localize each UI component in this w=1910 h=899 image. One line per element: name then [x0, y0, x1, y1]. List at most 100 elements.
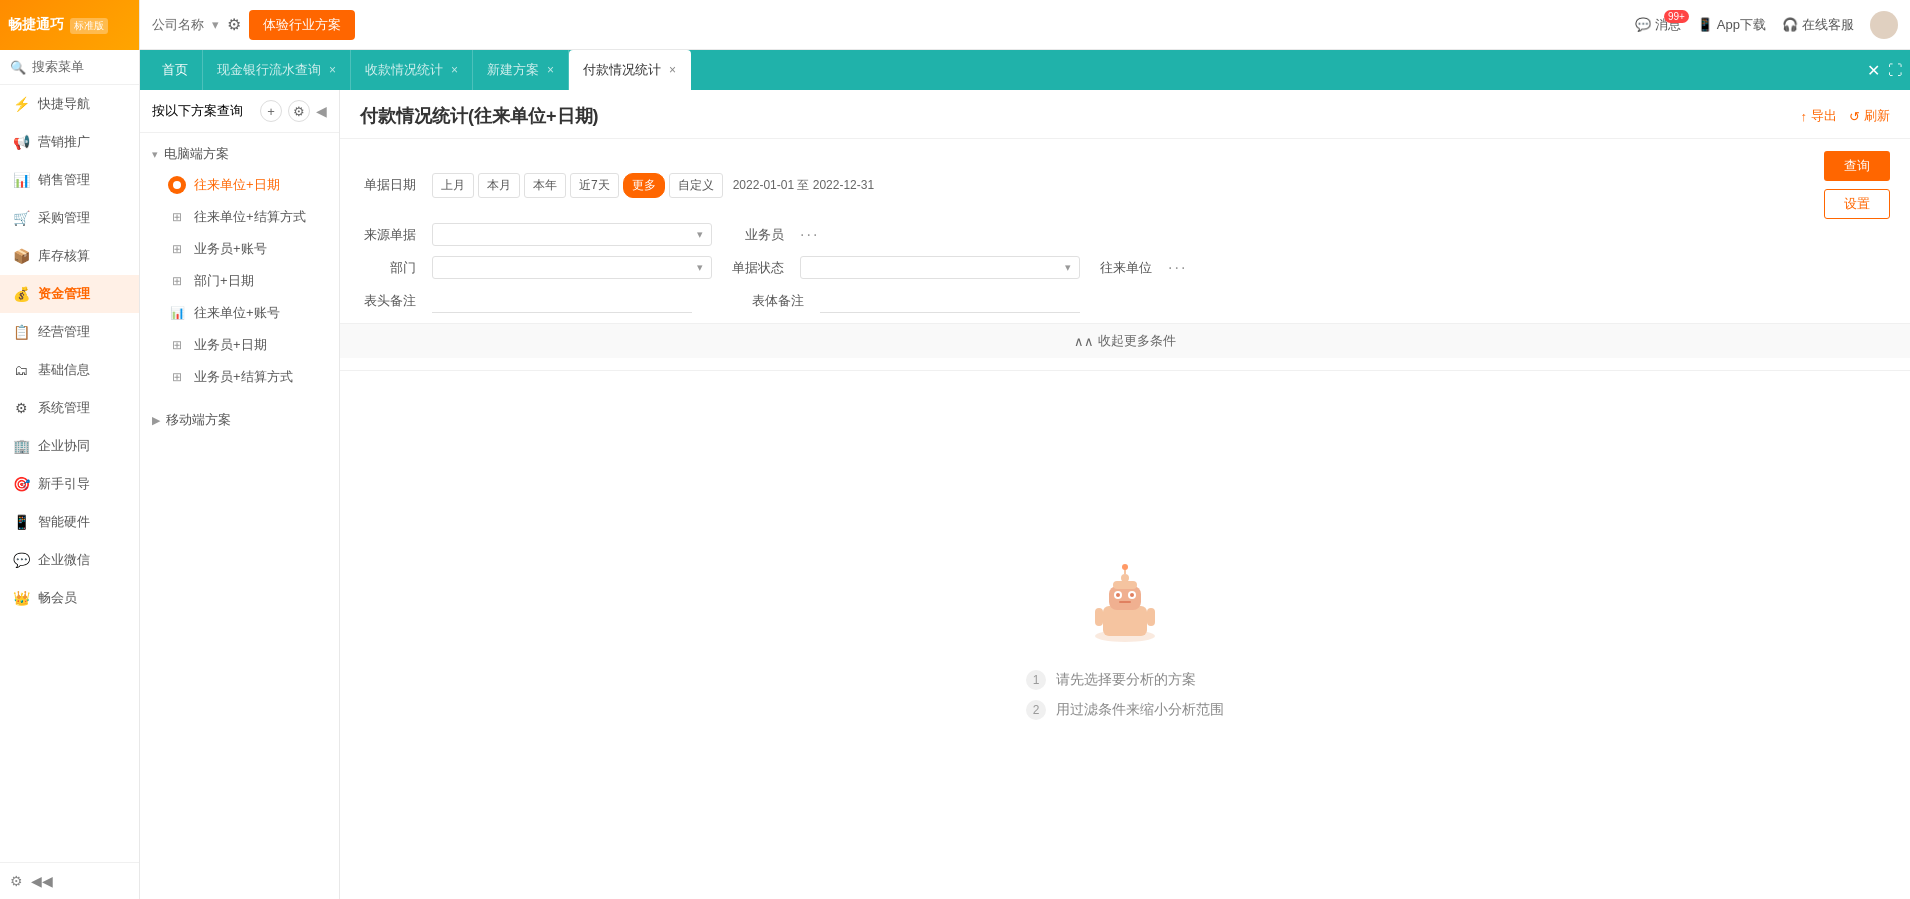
export-btn[interactable]: ↑ 导出 — [1801, 107, 1838, 125]
add-scheme-btn[interactable]: + — [260, 100, 282, 122]
company-dropdown-arrow[interactable]: ▾ — [212, 17, 219, 32]
scheme-table-icon-3: ⊞ — [168, 272, 186, 290]
inventory-icon: 📦 — [12, 247, 30, 265]
tab-collection-close[interactable]: × — [451, 63, 458, 77]
sidebar-item-basic[interactable]: 🗂 基础信息 — [0, 351, 139, 389]
trial-btn[interactable]: 体验行业方案 — [249, 10, 355, 40]
sidebar-header: 畅捷通巧 标准版 — [0, 0, 139, 50]
scheme-salesperson-settlement[interactable]: ⊞ 业务员+结算方式 — [140, 361, 339, 393]
settings-gear-icon[interactable]: ⚙ — [227, 15, 241, 34]
scheme-table-icon-4: ⊞ — [168, 336, 186, 354]
date-btn-last-month[interactable]: 上月 — [432, 173, 474, 198]
scheme-table-icon-5: ⊞ — [168, 368, 186, 386]
sidebar-item-system[interactable]: ⚙ 系统管理 — [0, 389, 139, 427]
svg-point-13 — [1122, 564, 1128, 570]
scheme-partner-date-label: 往来单位+日期 — [194, 176, 280, 194]
sidebar-item-capital[interactable]: 💰 资金管理 — [0, 275, 139, 313]
partner-dots[interactable]: ··· — [1168, 259, 1187, 277]
user-avatar[interactable] — [1870, 11, 1898, 39]
tab-bank-flow-close[interactable]: × — [329, 63, 336, 77]
date-btn-more[interactable]: 更多 — [623, 173, 665, 198]
date-btn-this-year[interactable]: 本年 — [524, 173, 566, 198]
salesperson-dots[interactable]: ··· — [800, 226, 819, 244]
dept-label: 部门 — [360, 259, 416, 277]
refresh-btn[interactable]: ↺ 刷新 — [1849, 107, 1890, 125]
scheme-salesperson-date-label: 业务员+日期 — [194, 336, 267, 354]
notifications-btn[interactable]: 💬 消息 99+ — [1635, 16, 1681, 34]
collapse-conditions-btn[interactable]: ∧∧ 收起更多条件 — [340, 323, 1910, 358]
purchase-icon: 🛒 — [12, 209, 30, 227]
sidebar-item-sales[interactable]: 📊 销售管理 — [0, 161, 139, 199]
scheme-partner-account[interactable]: 📊 往来单位+账号 — [140, 297, 339, 329]
enterprise-icon: 🏢 — [12, 437, 30, 455]
source-arrow-icon: ▾ — [697, 228, 703, 241]
sidebar-item-purchase[interactable]: 🛒 采购管理 — [0, 199, 139, 237]
sidebar: 畅捷通巧 标准版 🔍 搜索菜单 ⚡ 快捷导航 📢 营销推广 📊 销售管理 🛒 采… — [0, 0, 140, 899]
collapse-sidebar-btn[interactable]: ◀◀ — [31, 873, 53, 889]
tab-home[interactable]: 首页 — [148, 50, 203, 90]
tab-bank-flow-label: 现金银行流水查询 — [217, 61, 321, 79]
query-btn[interactable]: 查询 — [1824, 151, 1890, 181]
partner-label: 往来单位 — [1096, 259, 1152, 277]
svg-rect-1 — [1103, 606, 1147, 636]
sidebar-item-inventory[interactable]: 📦 库存核算 — [0, 237, 139, 275]
desktop-group-header[interactable]: ▾ 电脑端方案 — [140, 139, 339, 169]
tab-bank-flow[interactable]: 现金银行流水查询 × — [203, 50, 351, 90]
refresh-icon: ↺ — [1849, 109, 1860, 124]
date-btn-this-month[interactable]: 本月 — [478, 173, 520, 198]
scheme-salesperson-account[interactable]: ⊞ 业务员+账号 — [140, 233, 339, 265]
collapse-scheme-panel-btn[interactable]: ◀ — [316, 103, 327, 119]
sidebar-item-label: 智能硬件 — [38, 513, 90, 531]
sidebar-item-hardware[interactable]: 📱 智能硬件 — [0, 503, 139, 541]
message-icon: 💬 — [1635, 17, 1651, 32]
dept-select[interactable]: ▾ — [432, 256, 712, 279]
guide-icon: 🎯 — [12, 475, 30, 493]
filter-row-notes: 表头备注 表体备注 — [360, 289, 1890, 313]
scheme-partner-settlement[interactable]: ⊞ 往来单位+结算方式 — [140, 201, 339, 233]
app-download-btn[interactable]: 📱 App下载 — [1697, 16, 1766, 34]
source-select[interactable]: ▾ — [432, 223, 712, 246]
sidebar-item-member[interactable]: 👑 畅会员 — [0, 579, 139, 617]
voucher-status-select[interactable]: ▾ — [800, 256, 1080, 279]
table-body-note-input[interactable] — [820, 289, 1080, 313]
tab-payment-stats-label: 付款情况统计 — [583, 61, 661, 79]
tip-num-1: 1 — [1026, 670, 1046, 690]
mobile-group-header[interactable]: ▶ 移动端方案 — [140, 405, 339, 435]
notifications-badge: 99+ — [1664, 10, 1689, 23]
sidebar-item-guide[interactable]: 🎯 新手引导 — [0, 465, 139, 503]
tab-collection-stats[interactable]: 收款情况统计 × — [351, 50, 473, 90]
empty-state: 1 请先选择要分析的方案 2 用过滤条件来缩小分析范围 — [340, 371, 1910, 899]
sidebar-item-wechat[interactable]: 💬 企业微信 — [0, 541, 139, 579]
date-btn-custom[interactable]: 自定义 — [669, 173, 723, 198]
main-area: 公司名称 ▾ ⚙ 体验行业方案 💬 消息 99+ 📱 App下载 🎧 在线客服 — [140, 0, 1910, 899]
manage-scheme-btn[interactable]: ⚙ — [288, 100, 310, 122]
tab-new-scheme[interactable]: 新建方案 × — [473, 50, 569, 90]
sidebar-item-enterprise[interactable]: 🏢 企业协同 — [0, 427, 139, 465]
online-service-btn[interactable]: 🎧 在线客服 — [1782, 16, 1854, 34]
close-all-tabs-btn[interactable]: ✕ — [1867, 61, 1880, 80]
expand-btn[interactable]: ⛶ — [1888, 62, 1902, 78]
topbar-left: 公司名称 ▾ ⚙ 体验行业方案 — [152, 10, 1625, 40]
sidebar-item-quick-nav[interactable]: ⚡ 快捷导航 — [0, 85, 139, 123]
svg-point-6 — [1130, 593, 1134, 597]
empty-tips: 1 请先选择要分析的方案 2 用过滤条件来缩小分析范围 — [1026, 670, 1224, 720]
dept-arrow-icon: ▾ — [697, 261, 703, 274]
tab-new-scheme-close[interactable]: × — [547, 63, 554, 77]
sidebar-item-label: 快捷导航 — [38, 95, 90, 113]
sidebar-item-operations[interactable]: 📋 经营管理 — [0, 313, 139, 351]
sidebar-item-label: 企业微信 — [38, 551, 90, 569]
scheme-panel-actions: + ⚙ ◀ — [260, 100, 327, 122]
tab-new-scheme-label: 新建方案 — [487, 61, 539, 79]
settings-footer-btn[interactable]: ⚙ — [10, 873, 23, 889]
tab-payment-stats[interactable]: 付款情况统计 × — [569, 50, 691, 90]
table-body-note-label: 表体备注 — [748, 292, 804, 310]
search-menu[interactable]: 🔍 搜索菜单 — [0, 50, 139, 85]
settings-btn[interactable]: 设置 — [1824, 189, 1890, 219]
tab-payment-close[interactable]: × — [669, 63, 676, 77]
scheme-partner-date[interactable]: 往来单位+日期 — [140, 169, 339, 201]
scheme-dept-date[interactable]: ⊞ 部门+日期 — [140, 265, 339, 297]
table-header-note-input[interactable] — [432, 289, 692, 313]
date-btn-last-7days[interactable]: 近7天 — [570, 173, 619, 198]
sidebar-item-marketing[interactable]: 📢 营销推广 — [0, 123, 139, 161]
scheme-salesperson-date[interactable]: ⊞ 业务员+日期 — [140, 329, 339, 361]
